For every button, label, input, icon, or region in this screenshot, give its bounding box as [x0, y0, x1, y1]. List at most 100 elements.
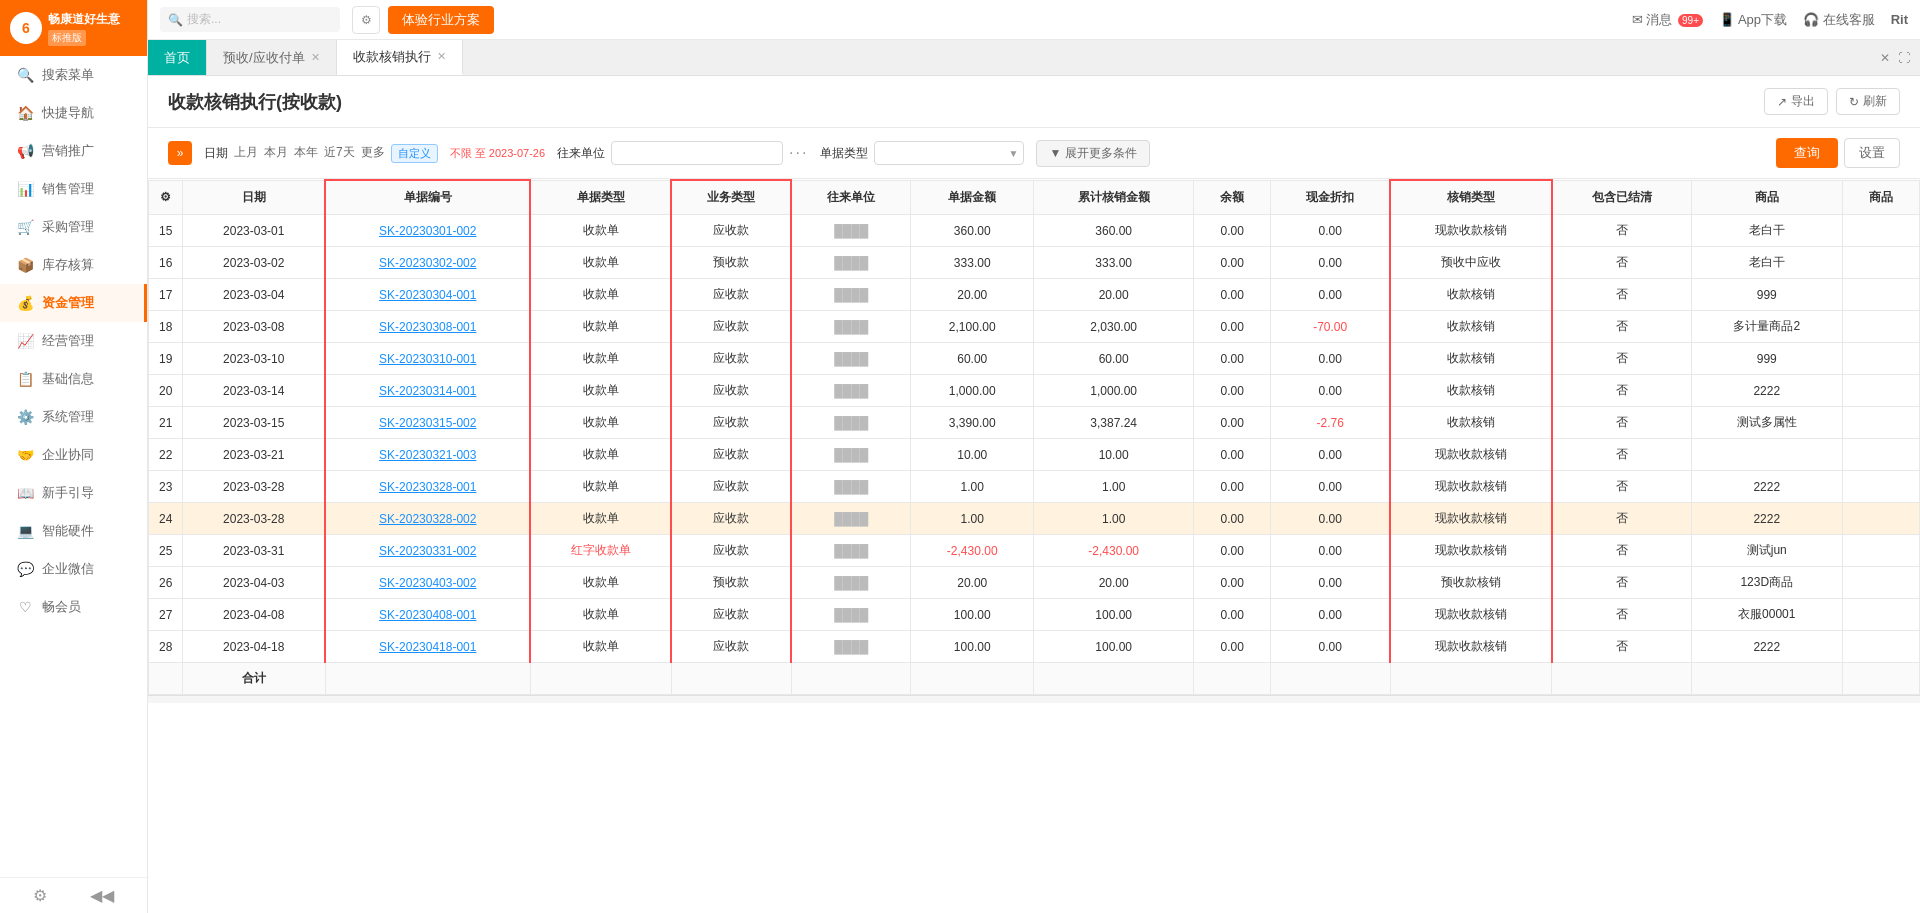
row-settled: 否 [1552, 407, 1692, 439]
row-date: 2023-03-14 [183, 375, 325, 407]
last-month-link[interactable]: 上月 [234, 144, 258, 163]
custom-date-button[interactable]: 自定义 [391, 144, 438, 163]
query-button[interactable]: 查询 [1776, 138, 1838, 168]
tab-payable[interactable]: 预收/应收付单 ✕ [207, 40, 337, 75]
row-verify-type: 现款收款核销 [1390, 599, 1551, 631]
app-download-link[interactable]: 📱 App下载 [1719, 11, 1787, 29]
row-bill-no[interactable]: SK-20230418-001 [325, 631, 530, 663]
sidebar-item-enterprise[interactable]: 🤝 企业协同 [0, 436, 147, 474]
sidebar-item-label: 采购管理 [42, 218, 94, 236]
sidebar-item-finance[interactable]: 💰 资金管理 [0, 284, 147, 322]
row-cash-discount: 0.00 [1271, 631, 1390, 663]
col-partner: 往来单位 [791, 180, 910, 215]
row-bill-no[interactable]: SK-20230403-002 [325, 567, 530, 599]
row-bill-no[interactable]: SK-20230408-001 [325, 599, 530, 631]
sidebar-item-system[interactable]: ⚙️ 系统管理 [0, 398, 147, 436]
topbar: 🔍 搜索... ⚙ 体验行业方案 ✉ 消息 99+ 📱 App下载 🎧 [148, 0, 1920, 40]
this-year-link[interactable]: 本年 [294, 144, 318, 163]
sidebar-collapse-icon[interactable]: ◀◀ [90, 886, 114, 905]
row-cash-discount: 0.00 [1271, 535, 1390, 567]
row-bill-type: 收款单 [530, 215, 671, 247]
sidebar-item-inventory[interactable]: 📦 库存核算 [0, 246, 147, 284]
more-date-link[interactable]: 更多 [361, 144, 385, 163]
setting-button[interactable]: 设置 [1844, 138, 1900, 168]
sidebar-item-purchase[interactable]: 🛒 采购管理 [0, 208, 147, 246]
sidebar-item-marketing[interactable]: 📢 营销推广 [0, 132, 147, 170]
bill-type-select[interactable] [874, 141, 1024, 165]
row-bill-no[interactable]: SK-20230310-001 [325, 343, 530, 375]
finance-icon: 💰 [16, 295, 34, 311]
row-bill-no[interactable]: SK-20230302-002 [325, 247, 530, 279]
row-bill-no[interactable]: SK-20230321-003 [325, 439, 530, 471]
row-bill-amount: 2,100.00 [911, 311, 1034, 343]
row-bill-no[interactable]: SK-20230308-001 [325, 311, 530, 343]
row-bill-no[interactable]: SK-20230314-001 [325, 375, 530, 407]
partner-more-icon[interactable]: ··· [789, 144, 808, 162]
sidebar-item-sales[interactable]: 📊 销售管理 [0, 170, 147, 208]
sidebar-item-quicknav[interactable]: 🏠 快捷导航 [0, 94, 147, 132]
row-bill-no[interactable]: SK-20230301-002 [325, 215, 530, 247]
horizontal-scrollbar[interactable] [148, 695, 1920, 703]
row-date: 2023-03-10 [183, 343, 325, 375]
sidebar-logo: 6 畅康道好生意 标推版 [0, 0, 147, 56]
tab-payable-close[interactable]: ✕ [311, 51, 320, 64]
row-bill-no[interactable]: SK-20230304-001 [325, 279, 530, 311]
settings-gear-button[interactable]: ⚙ [352, 6, 380, 34]
row-balance: 0.00 [1194, 439, 1271, 471]
sidebar-item-guide[interactable]: 📖 新手引导 [0, 474, 147, 512]
row-settled: 否 [1552, 215, 1692, 247]
last-7-days-link[interactable]: 近7天 [324, 144, 355, 163]
row-bill-type: 收款单 [530, 311, 671, 343]
tab-home[interactable]: 首页 [148, 40, 207, 75]
sidebar-item-basic[interactable]: 📋 基础信息 [0, 360, 147, 398]
filter-toggle-button[interactable]: » [168, 141, 192, 165]
row-partner: ████ [791, 599, 910, 631]
sidebar-item-hardware[interactable]: 💻 智能硬件 [0, 512, 147, 550]
row-biz-type: 应收款 [671, 471, 791, 503]
partner-input[interactable] [611, 141, 783, 165]
industry-solution-button[interactable]: 体验行业方案 [388, 6, 494, 34]
sidebar-item-member[interactable]: ♡ 畅会员 [0, 588, 147, 626]
row-verify-type: 现款收款核销 [1390, 631, 1551, 663]
row-bill-type: 收款单 [530, 503, 671, 535]
sidebar-item-operation[interactable]: 📈 经营管理 [0, 322, 147, 360]
row-goods2 [1842, 599, 1919, 631]
table-row: 152023-03-01SK-20230301-002收款单应收款████360… [149, 215, 1920, 247]
row-bill-no[interactable]: SK-20230328-002 [325, 503, 530, 535]
row-partner: ████ [791, 631, 910, 663]
sidebar-settings-icon[interactable]: ⚙ [33, 886, 47, 905]
sidebar-item-label: 经营管理 [42, 332, 94, 350]
export-button[interactable]: ↗ 导出 [1764, 88, 1828, 115]
messages-link[interactable]: ✉ 消息 99+ [1632, 11, 1703, 29]
tab-receipt-verify[interactable]: 收款核销执行 ✕ [337, 40, 463, 75]
row-bill-no[interactable]: SK-20230328-001 [325, 471, 530, 503]
row-bill-no[interactable]: SK-20230315-002 [325, 407, 530, 439]
row-partner: ████ [791, 471, 910, 503]
row-bill-type: 红字收款单 [530, 535, 671, 567]
row-settled: 否 [1552, 471, 1692, 503]
row-bill-no[interactable]: SK-20230331-002 [325, 535, 530, 567]
online-service-link[interactable]: 🎧 在线客服 [1803, 11, 1875, 29]
sidebar-item-wechat[interactable]: 💬 企业微信 [0, 550, 147, 588]
refresh-button[interactable]: ↻ 刷新 [1836, 88, 1900, 115]
tab-maximize-icon[interactable]: ⛶ [1898, 51, 1910, 65]
row-date: 2023-04-18 [183, 631, 325, 663]
this-month-link[interactable]: 本月 [264, 144, 288, 163]
data-table: ⚙ 日期 单据编号 单据类型 业务类型 往来单位 单据金额 累计核销金额 余额 … [148, 179, 1920, 695]
expand-more-button[interactable]: ▼ 展开更多条件 [1036, 140, 1150, 167]
sidebar-item-search[interactable]: 🔍 搜索菜单 [0, 56, 147, 94]
topbar-actions: ⚙ 体验行业方案 [352, 6, 494, 34]
row-verify-type: 收款核销 [1390, 343, 1551, 375]
row-biz-type: 应收款 [671, 215, 791, 247]
tab-receipt-close[interactable]: ✕ [437, 50, 446, 63]
user-name[interactable]: Rit [1891, 12, 1908, 27]
col-settings[interactable]: ⚙ [149, 180, 183, 215]
row-cumulative: 333.00 [1034, 247, 1194, 279]
sales-icon: 📊 [16, 181, 34, 197]
topbar-search-box[interactable]: 🔍 搜索... [160, 7, 340, 32]
tab-close-all-icon[interactable]: ✕ [1880, 51, 1890, 65]
total-cell [325, 663, 530, 695]
row-settled: 否 [1552, 279, 1692, 311]
row-verify-type: 现款收款核销 [1390, 503, 1551, 535]
row-settled: 否 [1552, 375, 1692, 407]
